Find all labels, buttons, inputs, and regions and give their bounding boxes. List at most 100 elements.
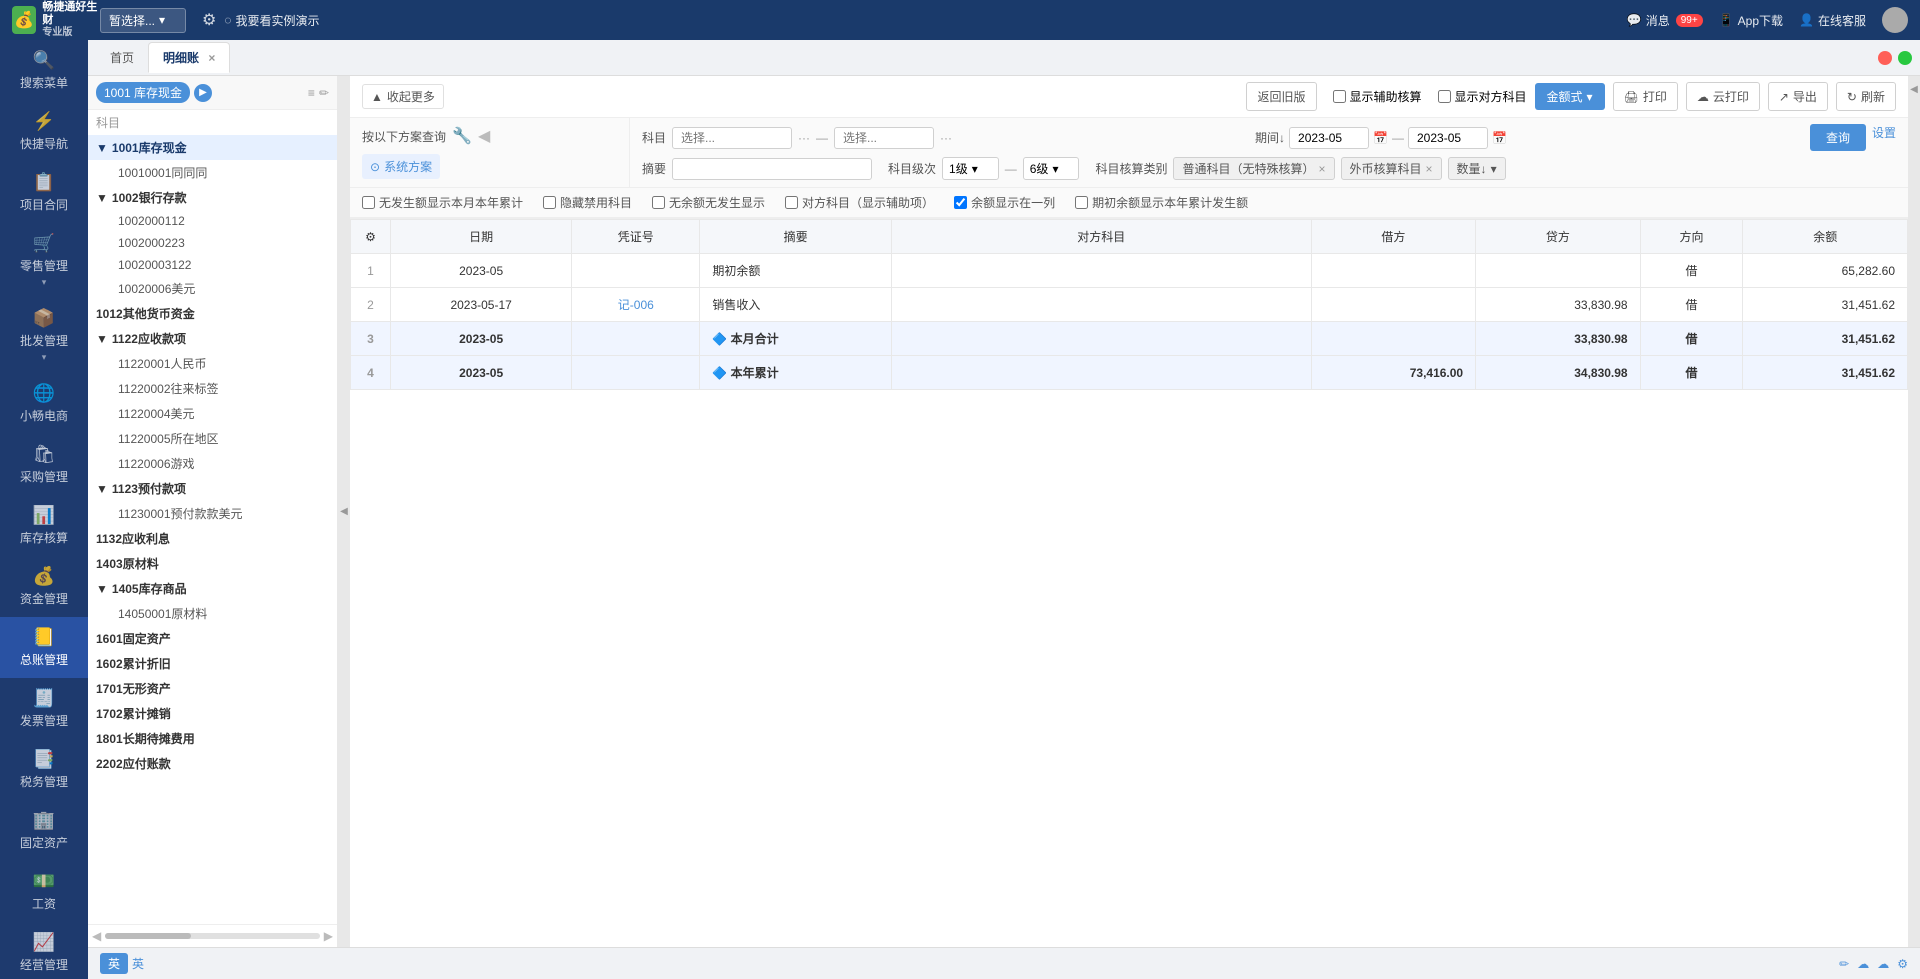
cb-no-balance-no-show-input[interactable] [652, 196, 665, 209]
tab-detail[interactable]: 明细账 × [148, 42, 230, 73]
sidebar-item-tax[interactable]: 📑 税务管理 [0, 739, 88, 800]
window-max-button[interactable] [1898, 51, 1912, 65]
sidebar-item-retail[interactable]: 🛒 零售管理 ▾ [0, 223, 88, 298]
amount-style-button[interactable]: 金额式 ▾ [1535, 83, 1605, 110]
sidebar-item-ledger[interactable]: 📒 总账管理 [0, 617, 88, 678]
export-button[interactable]: ↗ 导出 [1768, 82, 1828, 111]
cb-initial-balance-year-input[interactable] [1075, 196, 1088, 209]
tree-item-1403[interactable]: 1403 原材料 [88, 551, 337, 576]
row-voucher-2[interactable]: 记-006 [572, 288, 700, 322]
scroll-left-arrow[interactable]: ◀ [92, 929, 101, 943]
company-selector[interactable]: 暂选择... ▾ [100, 8, 186, 33]
settings-link[interactable]: 设置 [1872, 124, 1896, 151]
tree-item-10020001[interactable]: 10020001 12 [88, 210, 337, 232]
period-end-input[interactable] [1408, 127, 1488, 149]
sidebar-item-invoice[interactable]: 🧾 发票管理 [0, 678, 88, 739]
summary-input[interactable] [672, 158, 872, 180]
system-plan-button[interactable]: ⊙ 系统方案 [362, 154, 440, 179]
window-close-button[interactable] [1878, 51, 1892, 65]
cb-no-balance-no-show[interactable]: 无余额无发生显示 [652, 194, 765, 211]
tree-item-1701[interactable]: 1701 无形资产 [88, 676, 337, 701]
cb-balance-one-col[interactable]: 余额显示在一列 [954, 194, 1055, 211]
tree-item-11220005[interactable]: 11220005 所在地区 [88, 426, 337, 451]
subject-input-2[interactable] [834, 127, 934, 149]
cb-no-balance-input[interactable] [362, 196, 375, 209]
sidebar-item-salary[interactable]: 💵 工资 [0, 861, 88, 922]
sidebar-item-inventory[interactable]: 📊 库存核算 [0, 495, 88, 556]
bottom-lang-btn[interactable]: 英 英 [100, 953, 144, 974]
cb-hide-disabled[interactable]: 隐藏禁用科目 [543, 194, 632, 211]
tag-close-icon[interactable]: × [1319, 162, 1326, 176]
period-start-input[interactable] [1289, 127, 1369, 149]
nav-arrow-button[interactable]: ▶ [194, 84, 212, 102]
right-collapse-handle[interactable]: ◀ [1908, 76, 1920, 947]
show-assist-checkbox[interactable]: 显示辅助核算 [1333, 88, 1422, 105]
tree-item-11220002[interactable]: 11220002 往来标签 [88, 376, 337, 401]
level-start-select[interactable]: 1级 ▾ [942, 157, 999, 180]
show-subject-input[interactable] [1438, 90, 1451, 103]
print-button[interactable]: 🖨 打印 [1613, 82, 1678, 111]
tab-close-icon[interactable]: × [208, 51, 215, 65]
tree-item-1801[interactable]: 1801 长期待摊费用 [88, 726, 337, 751]
cb-opposite-subject[interactable]: 对方科目（显示辅助项） [785, 194, 934, 211]
sidebar-item-management[interactable]: 📈 经营管理 [0, 922, 88, 979]
tab-home[interactable]: 首页 [96, 43, 148, 72]
sidebar-item-ecommerce[interactable]: 🌐 小畅电商 [0, 373, 88, 434]
sidebar-item-search[interactable]: 🔍 搜索菜单 [0, 40, 88, 101]
sidebar-item-wholesale[interactable]: 📦 批发管理 ▾ [0, 298, 88, 373]
calendar-icon[interactable]: 📅 [1373, 131, 1388, 145]
message-button[interactable]: 💬 消息 99+ [1627, 12, 1703, 29]
tree-item-14050001[interactable]: 14050001 原材料 [88, 601, 337, 626]
edit-bottom-icon[interactable]: ✏ [1839, 957, 1849, 971]
tree-item-1123[interactable]: ▼ 1123 预付款项 [88, 476, 337, 501]
tree-item-2202[interactable]: 2202 应付账款 [88, 751, 337, 776]
settings-icon[interactable]: ⚙ [202, 10, 216, 30]
return-old-button[interactable]: 返回旧版 [1246, 82, 1316, 111]
tree-item-10020003[interactable]: 10020003 122 [88, 254, 337, 276]
config-icon[interactable]: 🔧 [452, 126, 472, 146]
tree-item-11220006[interactable]: 11220006 游戏 [88, 451, 337, 476]
filter-collapse-icon[interactable]: ◀ [478, 126, 490, 146]
tree-item-1001[interactable]: ▼ 1001 库存现金 [88, 135, 337, 160]
sidebar-item-purchase[interactable]: 🛍 采购管理 [0, 434, 88, 495]
show-more-button[interactable]: ▲ 收起更多 [362, 84, 444, 109]
demo-button[interactable]: ◌ 我要看实例演示 [224, 12, 319, 29]
scroll-right-arrow[interactable]: ▶ [324, 929, 333, 943]
online-service-button[interactable]: 👤 在线客服 [1799, 12, 1866, 29]
sidebar-item-project[interactable]: 📋 项目合同 [0, 162, 88, 223]
collapse-handle[interactable]: ◀ [338, 76, 350, 947]
tree-item-11220001[interactable]: 11220001 人民币 [88, 351, 337, 376]
cb-hide-disabled-input[interactable] [543, 196, 556, 209]
tree-item-1122[interactable]: ▼ 1122 应收款项 [88, 326, 337, 351]
tree-item-1601[interactable]: 1601 固定资产 [88, 626, 337, 651]
tree-item-1132[interactable]: 1132 应收利息 [88, 526, 337, 551]
show-subject-checkbox[interactable]: 显示对方科目 [1438, 88, 1527, 105]
tree-item-1002[interactable]: ▼ 1002 银行存款 [88, 185, 337, 210]
cloud-print-button[interactable]: ☁ 云打印 [1686, 82, 1760, 111]
refresh-button[interactable]: ↻ 刷新 [1836, 82, 1896, 111]
tree-item-1602[interactable]: 1602 累计折旧 [88, 651, 337, 676]
tag-normal-subject[interactable]: 普通科目（无特殊核算） × [1173, 157, 1334, 180]
subject-input[interactable] [672, 127, 792, 149]
calendar-icon-2[interactable]: 📅 [1492, 131, 1507, 145]
cb-balance-one-col-input[interactable] [954, 196, 967, 209]
tag-close-icon-2[interactable]: × [1426, 162, 1433, 176]
tree-item-10020006[interactable]: 10020006 美元 [88, 276, 337, 301]
cb-initial-balance-year[interactable]: 期初余额显示本年累计发生额 [1075, 194, 1248, 211]
sidebar-item-assets[interactable]: 🏢 固定资产 [0, 800, 88, 861]
cb-no-balance[interactable]: 无发生额显示本月本年累计 [362, 194, 523, 211]
user-avatar[interactable] [1882, 7, 1908, 33]
tree-item-1012[interactable]: 1012 其他货币资金 [88, 301, 337, 326]
tree-item-11230001[interactable]: 11230001 预付款款美元 [88, 501, 337, 526]
app-download-button[interactable]: 📱 App下载 [1719, 12, 1783, 29]
tree-item-10020002[interactable]: 10020002 23 [88, 232, 337, 254]
tree-item-10010001[interactable]: 10010001 同同同 [88, 160, 337, 185]
cloud-bottom-icon[interactable]: ☁ [1857, 957, 1869, 971]
tree-item-1405[interactable]: ▼ 1405 库存商品 [88, 576, 337, 601]
tag-quantity[interactable]: 数量↓ ▾ [1448, 157, 1506, 180]
query-button[interactable]: 查询 [1810, 124, 1866, 151]
tree-item-11220004[interactable]: 11220004 美元 [88, 401, 337, 426]
lang-button[interactable]: 英 [100, 953, 128, 974]
voucher-link-2[interactable]: 记-006 [618, 298, 654, 312]
level-end-select[interactable]: 6级 ▾ [1023, 157, 1080, 180]
